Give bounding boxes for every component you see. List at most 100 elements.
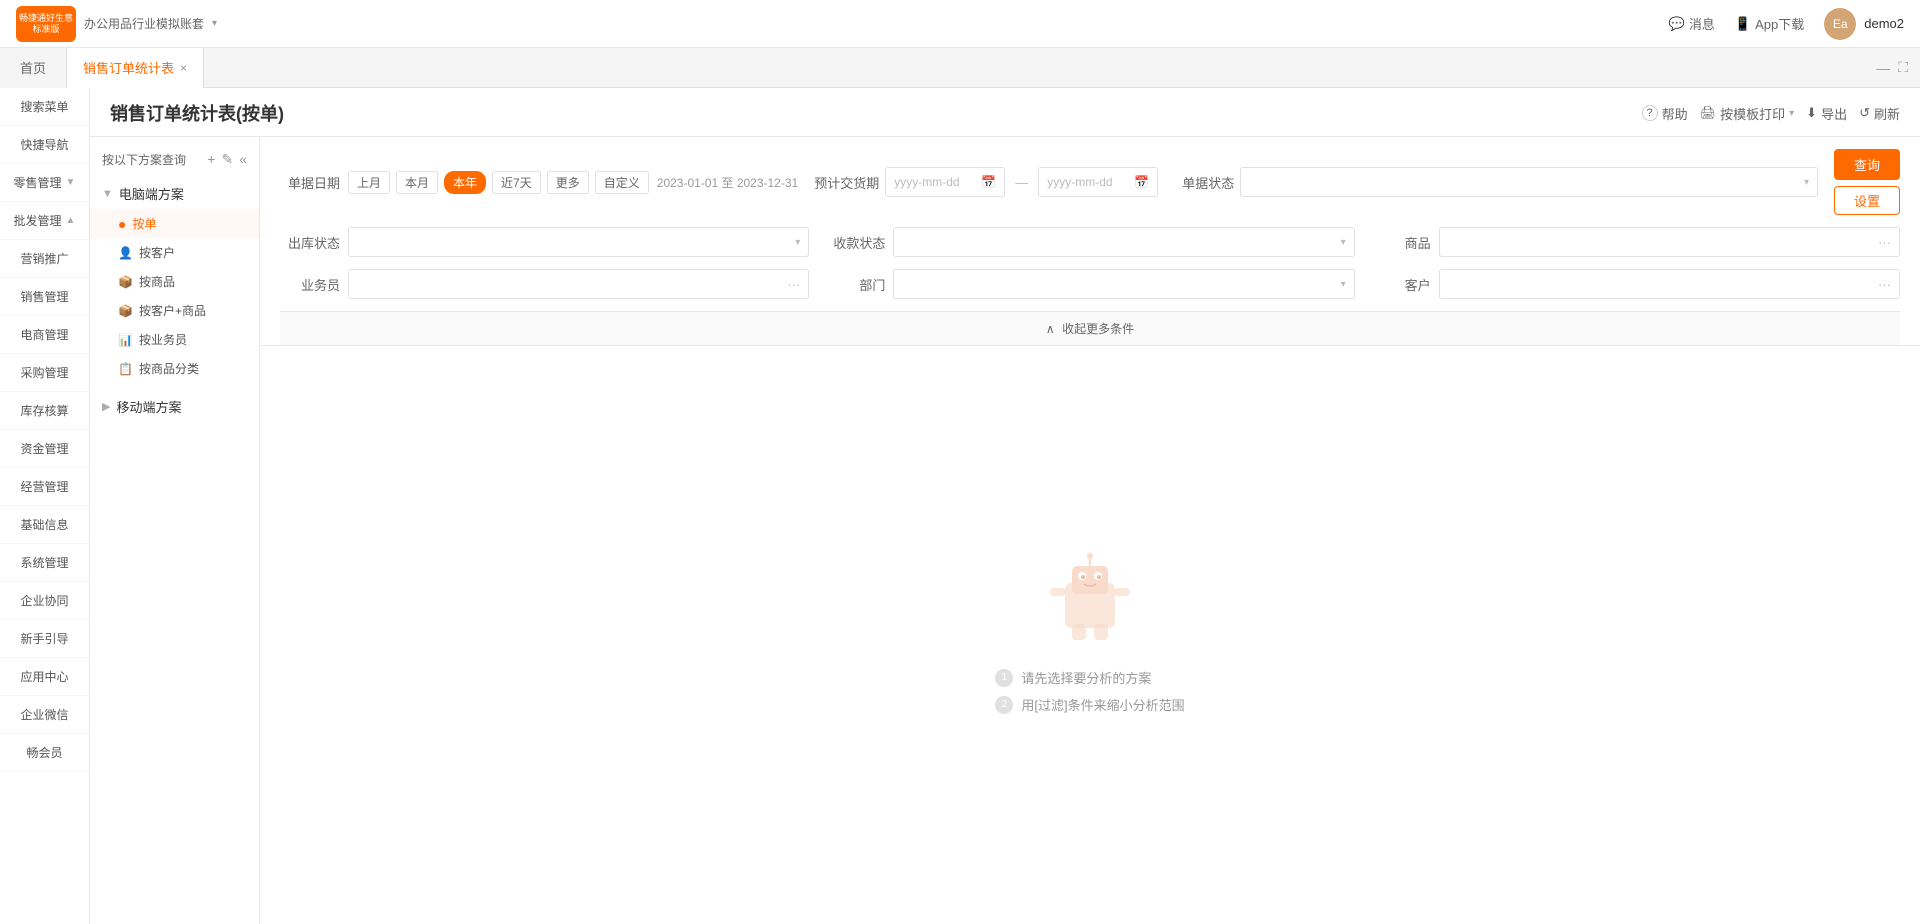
sidebar-item-ecommerce[interactable]: 电商管理: [0, 316, 89, 354]
product-input[interactable]: ···: [1439, 227, 1900, 257]
sidebar-label-search: 搜索菜单: [20, 100, 68, 114]
sidebar-item-business[interactable]: 经营管理: [0, 468, 89, 506]
collapse-filters-btn[interactable]: ∧ 收起更多条件: [280, 311, 1900, 345]
print-button[interactable]: 🖨 按模板打印 ▾: [1700, 104, 1795, 123]
out-status-group: 出库状态 ▾: [280, 227, 809, 257]
left-panel-icons: + ✎ «: [207, 151, 247, 168]
refresh-button[interactable]: ↺ 刷新: [1859, 104, 1900, 123]
salesperson-input[interactable]: ···: [348, 269, 809, 299]
sidebar-item-finance[interactable]: 资金管理: [0, 430, 89, 468]
sidebar-item-marketing[interactable]: 营销推广: [0, 240, 89, 278]
date-7days-btn[interactable]: 近7天: [492, 171, 541, 194]
refresh-icon: ↺: [1859, 105, 1870, 121]
tree-byproduct-icon: 📦: [118, 275, 133, 289]
tab-home[interactable]: 首页: [0, 48, 67, 88]
expected-date-start[interactable]: yyyy-mm-dd 📅: [885, 167, 1005, 197]
date-more-btn[interactable]: 更多: [547, 171, 589, 194]
tree-bycustomer-icon: 👤: [118, 246, 133, 260]
customer-group: 客户 ···: [1371, 269, 1900, 299]
message-action[interactable]: 💬 消息: [1669, 14, 1715, 33]
department-select[interactable]: ▾: [893, 269, 1354, 299]
sidebar-item-retail[interactable]: 零售管理 ▼: [0, 164, 89, 202]
app-download-action[interactable]: 📱 App下载: [1735, 14, 1804, 33]
date-last-month-btn[interactable]: 上月: [348, 171, 390, 194]
sidebar-item-sales[interactable]: 销售管理: [0, 278, 89, 316]
export-button[interactable]: ⬇ 导出: [1806, 104, 1847, 123]
content-area: 销售订单统计表(按单) ? 帮助 🖨 按模板打印 ▾ ⬇ 导出 ↺ 刷新: [90, 88, 1920, 924]
tree-mobile-parent[interactable]: ▶ 移动端方案: [90, 391, 259, 422]
expected-date-end[interactable]: yyyy-mm-dd 📅: [1038, 167, 1158, 197]
tree-child-by-customer-product[interactable]: 📦 按客户+商品: [90, 296, 259, 325]
settings-button[interactable]: 设置: [1834, 186, 1900, 215]
sidebar-item-app-center[interactable]: 应用中心: [0, 658, 89, 696]
out-status-select[interactable]: ▾: [348, 227, 809, 257]
maximize-icon[interactable]: ⛶: [1898, 59, 1908, 76]
add-scheme-icon[interactable]: +: [207, 151, 215, 168]
salesperson-group: 业务员 ···: [280, 269, 809, 299]
user-area[interactable]: Ea demo2: [1824, 8, 1904, 40]
sidebar-item-member[interactable]: 畅会员: [0, 734, 89, 772]
topbar: 畅捷通好生意 标准版 办公用品行业模拟账套 ▾ 💬 消息 📱 App下载 Ea …: [0, 0, 1920, 48]
collapse-chevron-icon: ∧: [1046, 322, 1055, 336]
filter-row-1: 单据日期 上月 本月 本年 近7天 更多 自定义 2023-01-01 至 20…: [280, 149, 1900, 215]
app-selector-dropdown[interactable]: ▾: [212, 18, 217, 29]
sidebar-item-search-menu[interactable]: 搜索菜单: [0, 88, 89, 126]
sidebar-label-business: 经营管理: [20, 480, 68, 494]
sidebar-item-system[interactable]: 系统管理: [0, 544, 89, 582]
date-custom-btn[interactable]: 自定义: [595, 171, 649, 194]
empty-step-1: 1 请先选择要分析的方案: [995, 668, 1184, 687]
sidebar-item-quick-nav[interactable]: 快捷导航: [0, 126, 89, 164]
status-select[interactable]: ▾: [1240, 167, 1818, 197]
tab-close-icon[interactable]: ×: [180, 61, 187, 75]
sidebar-item-new-guide[interactable]: 新手引导: [0, 620, 89, 658]
help-button[interactable]: ? 帮助: [1642, 104, 1688, 123]
receipt-status-select[interactable]: ▾: [893, 227, 1354, 257]
tabbar: 首页 销售订单统计表 × — ⛶: [0, 48, 1920, 88]
collapse-panel-icon[interactable]: «: [239, 151, 247, 168]
expected-date-group: 预计交货期 yyyy-mm-dd 📅 — yyyy-mm-dd 📅: [814, 167, 1158, 197]
department-arrow-icon: ▾: [1341, 279, 1346, 290]
logo: 畅捷通好生意 标准版: [16, 6, 76, 42]
tab-sales-order[interactable]: 销售订单统计表 ×: [67, 48, 204, 88]
tree-child-by-category[interactable]: 📋 按商品分类: [90, 354, 259, 383]
sidebar-item-basic-info[interactable]: 基础信息: [0, 506, 89, 544]
app-download-label: App下载: [1755, 14, 1804, 33]
date-label: 单据日期: [280, 173, 340, 192]
edit-scheme-icon[interactable]: ✎: [221, 151, 233, 168]
tree-pc-parent[interactable]: ▼ 电脑端方案: [90, 178, 259, 209]
tab-sales-order-label: 销售订单统计表: [83, 58, 174, 77]
department-group: 部门 ▾: [825, 269, 1354, 299]
left-panel: 按以下方案查询 + ✎ « ▼ 电脑端方案 ● 按单: [90, 137, 260, 924]
sidebar-item-wholesale[interactable]: 批发管理 ▲: [0, 202, 89, 240]
customer-input[interactable]: ···: [1439, 269, 1900, 299]
sidebar-label-system: 系统管理: [20, 556, 68, 570]
tree-child-by-order[interactable]: ● 按单: [90, 209, 259, 238]
sidebar-item-purchase[interactable]: 采购管理: [0, 354, 89, 392]
avatar: Ea: [1824, 8, 1856, 40]
tree-bycustprod-icon: 📦: [118, 304, 133, 318]
export-label: 导出: [1821, 104, 1847, 123]
out-status-arrow-icon: ▾: [795, 237, 800, 248]
tree-pc-arrow: ▼: [102, 188, 113, 200]
product-group: 商品 ···: [1371, 227, 1900, 257]
step2-text: 用[过滤]条件来缩小分析范围: [1021, 695, 1184, 714]
refresh-label: 刷新: [1874, 104, 1900, 123]
sidebar-item-corp-collab[interactable]: 企业协同: [0, 582, 89, 620]
app-download-icon: 📱: [1735, 16, 1751, 32]
sidebar-item-corp-wechat[interactable]: 企业微信: [0, 696, 89, 734]
query-button[interactable]: 查询: [1834, 149, 1900, 180]
tree-child-by-salesperson[interactable]: 📊 按业务员: [90, 325, 259, 354]
help-label: 帮助: [1662, 104, 1688, 123]
expected-date-label: 预计交货期: [814, 173, 879, 192]
filter-row-2: 出库状态 ▾ 收款状态 ▾: [280, 227, 1900, 257]
tree-child-by-product[interactable]: 📦 按商品: [90, 267, 259, 296]
sidebar: 搜索菜单 快捷导航 零售管理 ▼ 批发管理 ▲ 营销推广 销售管理 电商管理 采…: [0, 88, 90, 924]
status-filter-group: 单据状态 ▾: [1174, 167, 1818, 197]
sidebar-item-inventory[interactable]: 库存核算: [0, 392, 89, 430]
receipt-status-arrow-icon: ▾: [1341, 237, 1346, 248]
tree-child-by-customer[interactable]: 👤 按客户: [90, 238, 259, 267]
minimize-icon[interactable]: —: [1876, 60, 1890, 76]
date-this-year-btn[interactable]: 本年: [444, 171, 486, 194]
left-panel-title: 按以下方案查询: [102, 151, 186, 168]
date-this-month-btn[interactable]: 本月: [396, 171, 438, 194]
